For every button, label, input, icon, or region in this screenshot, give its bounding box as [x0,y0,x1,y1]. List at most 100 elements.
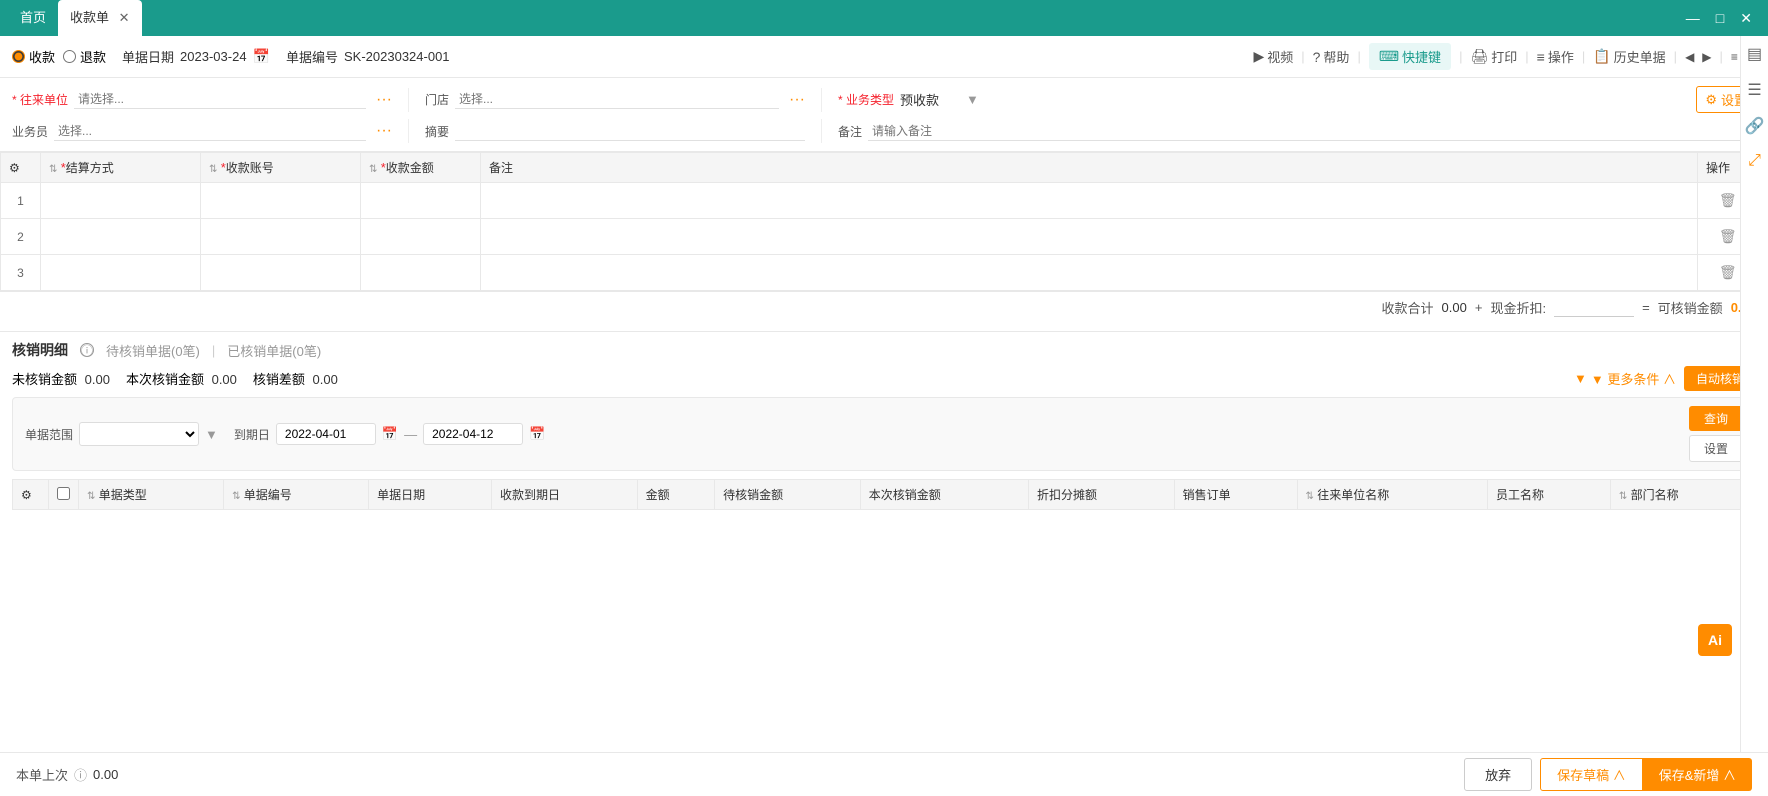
action-history[interactable]: 📋历史单据 [1593,47,1665,66]
toolbar: 收款 退款 单据日期 2023-03-24 📅 单据编号 SK-20230324… [0,36,1768,78]
tab-pending[interactable]: 待核销单据(0笔) [106,341,200,360]
hexiao-header: 核销明细 ⓘ 待核销单据(0笔) | 已核销单据(0笔) [12,340,1756,360]
sidebar-list-icon[interactable]: ☰ [1747,80,1761,100]
col-doc-number: ⇅ 单据编号 [224,480,369,510]
minimize-btn[interactable]: — [1678,10,1708,26]
row-delete-btn[interactable]: 🗑 [1716,192,1740,209]
nav-next[interactable]: ▶ [1702,50,1711,64]
cash-discount-input[interactable] [1554,299,1634,317]
table-settings-col[interactable]: ⚙ [1,153,41,183]
table-row: 2 🗑 ⧉ [1,219,1768,255]
col-discount: 折扣分摊额 [1029,480,1175,510]
row-delete-btn[interactable]: 🗑 [1716,228,1740,245]
filter-buttons: 查询 设置 [1689,406,1743,462]
footer-info-icon[interactable]: ⓘ [74,765,87,784]
hexiao-right-actions: ▼ ▼ 更多条件 ∧ 自动核销 [1574,366,1756,391]
calendar-icon[interactable]: 📅 [253,48,270,65]
close-window-btn[interactable]: ✕ [1732,10,1760,27]
receipt-table-section: ⚙ ⇅ *结算方式 ⇅ *收款账号 ⇅ *收款金额 备注 操作 1 🗑 [0,152,1768,291]
range-select[interactable] [79,422,199,446]
close-tab-icon[interactable]: ✕ [119,10,130,25]
maximize-btn[interactable]: □ [1708,10,1732,26]
sidebar-link-icon[interactable]: 🔗 [1745,116,1765,136]
nav-item-receipt[interactable]: 收款单 ✕ [58,0,142,36]
action-help[interactable]: ?帮助 [1313,47,1350,66]
business-type-chevron[interactable]: ▼ [966,92,979,107]
gear-icon: ⚙ [1705,92,1717,108]
hexiao-filter-row: 单据范围 ▼ 到期日 📅 — 📅 查询 设置 [12,397,1756,471]
toolbar-actions: ▶视频 | ?帮助 | ⌨快捷键 | 🖨打印 | ≡操作 | 📋历史单据 | [1253,43,1756,70]
col-pending-amount: 待核销金额 [715,480,861,510]
top-nav-bar: 首页 收款单 ✕ — □ ✕ [0,0,1768,36]
more-conditions-btn[interactable]: ▼ ▼ 更多条件 ∧ [1574,369,1676,388]
calendar-to-icon[interactable]: 📅 [529,426,545,442]
col-settlement: ⇅ *结算方式 [41,153,201,183]
save-btn-group: 保存草稿 ∧ 保存&新增 ∧ [1540,758,1752,791]
staff-input[interactable] [54,122,366,141]
view-list[interactable]: ≡ [1731,50,1738,64]
hexiao-title: 核销明细 [12,340,68,360]
filter-settings-btn[interactable]: 设置 [1689,435,1743,462]
right-sidebar: ▤ ☰ 🔗 ⤢ [1740,36,1768,796]
staff-more-icon[interactable]: ··· [376,122,392,140]
radio-receipt[interactable]: 收款 [12,47,55,66]
nav-prev[interactable]: ◀ [1685,50,1694,64]
summary-field: 摘要 [425,122,805,141]
col-remarks: 备注 [481,153,1698,183]
total-receipt-val: 0.00 [1442,300,1467,315]
sidebar-expand-icon[interactable]: ⤢ [1748,152,1761,170]
unredeemed-val: 0.00 [85,372,110,387]
footer-actions: 放弃 保存草稿 ∧ 保存&新增 ∧ [1464,758,1752,791]
action-shortcut[interactable]: ⌨快捷键 [1369,43,1451,70]
col-this-amount: 本次核销金额 [860,480,1028,510]
summary-input[interactable] [455,122,805,141]
col-amount: ⇅ *收款金额 [361,153,481,183]
action-operations[interactable]: ≡操作 [1537,47,1574,66]
save-new-btn[interactable]: 保存&新增 ∧ [1643,758,1752,791]
store-input[interactable] [455,90,779,109]
col-doc-type: ⇅ 单据类型 [79,480,224,510]
filter-icon: ▼ [1574,371,1587,386]
date-field: 单据日期 2023-03-24 📅 [122,47,270,66]
main-content: 收款 退款 单据日期 2023-03-24 📅 单据编号 SK-20230324… [0,36,1768,796]
staff-field: 业务员 ··· [12,122,392,141]
range-chevron-icon[interactable]: ▼ [205,427,218,442]
range-filter: 单据范围 ▼ [25,422,218,446]
summary-row: 收款合计 0.00 + 现金折扣: = 可核销金额 0.00 [0,291,1768,323]
tab-completed[interactable]: 已核销单据(0笔) [227,341,321,360]
save-draft-btn[interactable]: 保存草稿 ∧ [1540,758,1643,791]
form-row-1: * 往来单位 ··· 门店 ··· * 业务类型 预收款 ▼ ⚙ 设置 [12,86,1756,113]
business-type-field: * 业务类型 预收款 ▼ [838,90,1267,109]
form-row-2: 业务员 ··· 摘要 备注 [12,119,1756,143]
abandon-btn[interactable]: 放弃 [1464,758,1532,791]
this-redemption-val: 0.00 [212,372,237,387]
counterparty-input[interactable] [74,90,366,109]
remarks-input[interactable] [868,122,1756,141]
store-field: 门店 ··· [425,90,805,109]
action-video[interactable]: ▶视频 [1253,47,1293,66]
store-more-icon[interactable]: ··· [789,91,805,109]
footer-value: 0.00 [93,767,118,782]
col-due-date: 收款到期日 [492,480,638,510]
nav-item-home[interactable]: 首页 [8,0,58,36]
action-print[interactable]: 🖨打印 [1470,47,1517,66]
ai-widget[interactable]: Ai [1698,624,1732,656]
col-unit-name: ⇅ 往来单位名称 [1297,480,1487,510]
due-date-from-input[interactable] [276,423,376,445]
due-date-to-input[interactable] [423,423,523,445]
query-btn[interactable]: 查询 [1689,406,1743,431]
bottom-gear-col[interactable]: ⚙ [13,480,49,510]
counterparty-more-icon[interactable]: ··· [376,91,392,109]
calendar-from-icon[interactable]: 📅 [382,426,398,442]
hexiao-section: 核销明细 ⓘ 待核销单据(0笔) | 已核销单据(0笔) 未核销金额 0.00 … [0,331,1768,518]
col-account: ⇅ *收款账号 [201,153,361,183]
hexiao-info-icon[interactable]: ⓘ [80,343,94,357]
footer-info: 本单上次 ⓘ 0.00 [16,765,118,784]
number-field: 单据编号 SK-20230324-001 [286,47,450,66]
radio-refund[interactable]: 退款 [63,47,106,66]
row-delete-btn[interactable]: 🗑 [1716,264,1740,281]
sidebar-table-icon[interactable]: ▤ [1747,44,1762,64]
select-all-checkbox[interactable] [57,487,70,500]
table-row: 3 🗑 ⧉ [1,255,1768,291]
bottom-checkbox-col [49,480,79,510]
